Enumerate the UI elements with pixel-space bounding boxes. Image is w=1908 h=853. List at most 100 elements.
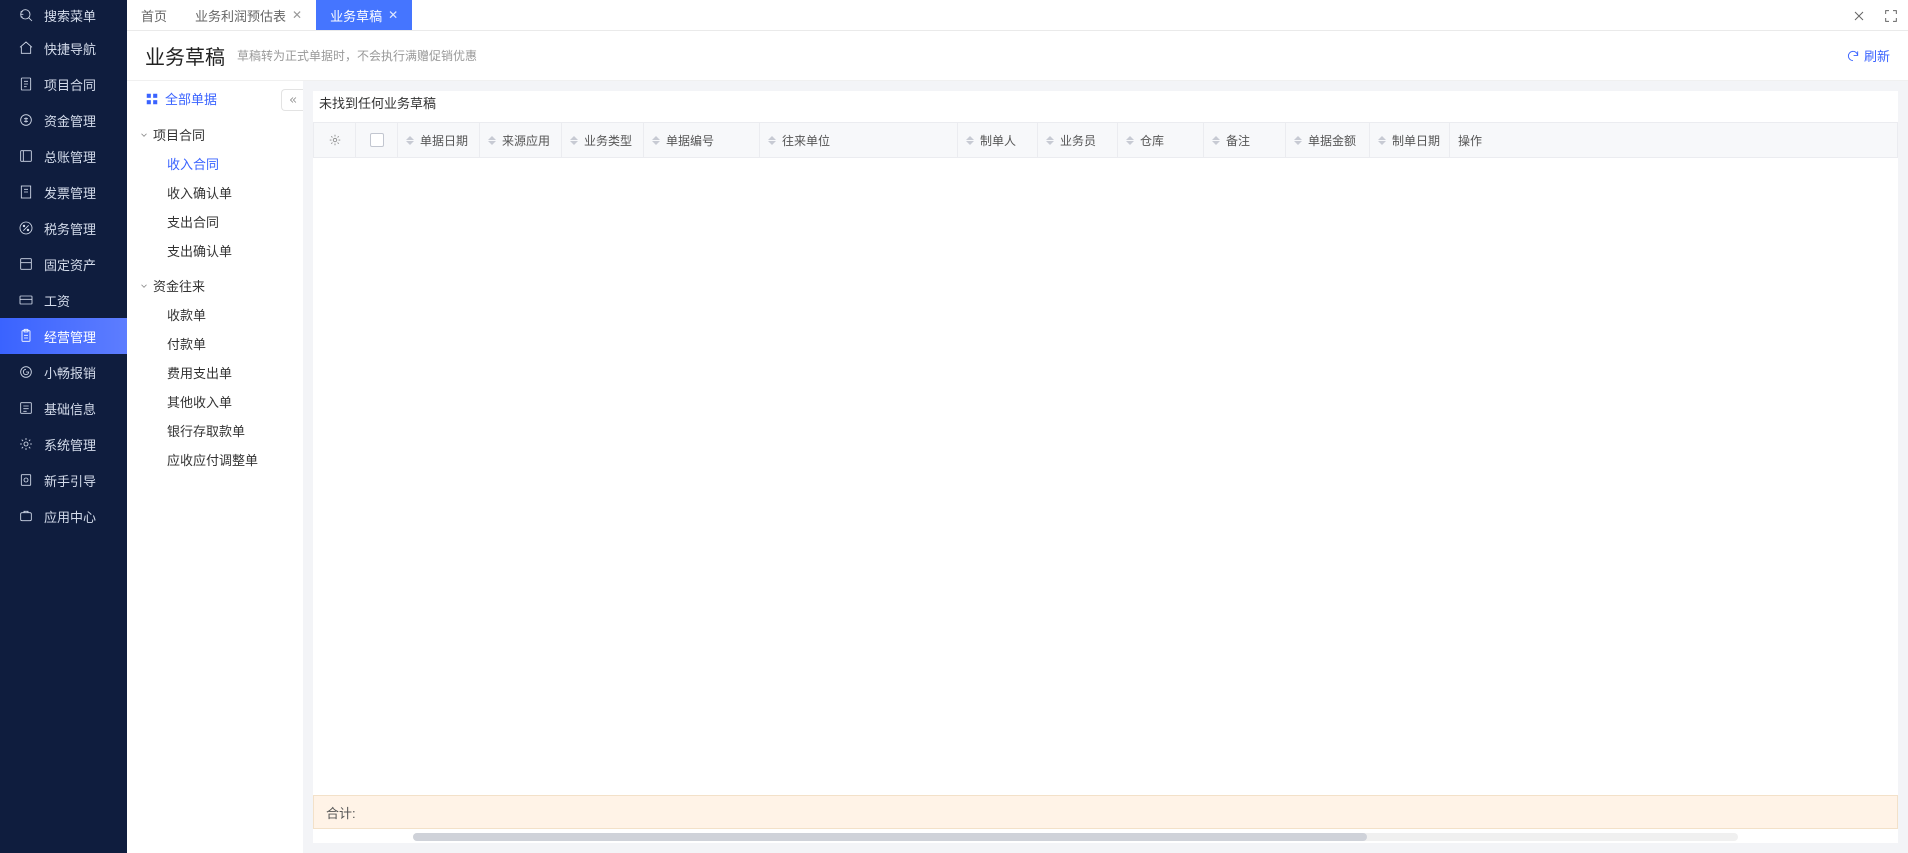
sort-icon (966, 132, 974, 149)
horizontal-scrollbar[interactable] (413, 833, 1738, 843)
sidebar-item-label: 税务管理 (44, 219, 96, 238)
tab-label: 业务草稿 (330, 6, 382, 25)
sort-icon (488, 132, 496, 149)
col-check[interactable] (355, 123, 397, 157)
col-remark[interactable]: 备注 (1203, 123, 1285, 157)
col-amount[interactable]: 单据金额 (1285, 123, 1369, 157)
percent-icon (18, 220, 34, 236)
tree-leaf-1-1[interactable]: 付款单 (139, 329, 303, 358)
book-icon (18, 148, 34, 164)
receipt-icon (18, 184, 34, 200)
tree-leaf-1-0[interactable]: 收款单 (139, 300, 303, 329)
tab-close-icon[interactable]: ✕ (388, 8, 398, 22)
select-all-checkbox[interactable] (370, 133, 384, 147)
gear-icon (328, 133, 342, 147)
main-sidebar: 搜索菜单快捷导航项目合同资金管理总账管理发票管理税务管理固定资产工资经营管理小畅… (0, 0, 127, 853)
sidebar-item-fixed-asset[interactable]: 固定资产 (0, 246, 127, 282)
sidebar-item-project-contract[interactable]: 项目合同 (0, 66, 127, 102)
col-label: 备注 (1226, 132, 1250, 149)
summary-label: 合计: (326, 803, 356, 822)
tree-leaf-1-4[interactable]: 银行存取款单 (139, 416, 303, 445)
sort-icon (768, 132, 776, 149)
col-makeDate[interactable]: 制单日期 (1369, 123, 1449, 157)
sidebar-item-label: 应用中心 (44, 507, 96, 526)
sidebar-item-label: 固定资产 (44, 255, 96, 274)
fullscreen-icon (1883, 8, 1899, 24)
card-icon (18, 292, 34, 308)
tree-leaf-0-3[interactable]: 支出确认单 (139, 236, 303, 265)
collapse-tree-button[interactable] (281, 89, 303, 111)
sidebar-item-ops-mgmt[interactable]: 经营管理 (0, 318, 127, 354)
home-icon (18, 40, 34, 56)
tree-leaf-1-3[interactable]: 其他收入单 (139, 387, 303, 416)
refresh-icon (1846, 49, 1860, 63)
sidebar-item-tax[interactable]: 税务管理 (0, 210, 127, 246)
page-header: 业务草稿 草稿转为正式单据时，不会执行满赠促销优惠 刷新 (127, 31, 1908, 81)
col-label: 单据日期 (420, 132, 468, 149)
tree-leaf-0-0[interactable]: 收入合同 (139, 149, 303, 178)
tree-group-0[interactable]: 项目合同 (139, 120, 303, 149)
file-icon (18, 76, 34, 92)
col-op: 操作 (1449, 123, 1535, 157)
tab-bar: 首页 业务利润预估表 ✕ 业务草稿 ✕ (127, 0, 1908, 31)
sidebar-item-salary[interactable]: 工资 (0, 282, 127, 318)
sidebar-item-basic-info[interactable]: 基础信息 (0, 390, 127, 426)
tab-home[interactable]: 首页 (127, 0, 181, 30)
tab-draft[interactable]: 业务草稿 ✕ (316, 0, 412, 30)
tree-leaf-0-2[interactable]: 支出合同 (139, 207, 303, 236)
refresh-button[interactable]: 刷新 (1846, 46, 1890, 65)
col-date[interactable]: 单据日期 (397, 123, 479, 157)
tab-label: 首页 (141, 6, 167, 25)
tab-profit-est[interactable]: 业务利润预估表 ✕ (181, 0, 316, 30)
tree-group-1[interactable]: 资金往来 (139, 271, 303, 300)
tab-label: 业务利润预估表 (195, 6, 286, 25)
col-label: 业务员 (1060, 132, 1096, 149)
tab-close-icon[interactable]: ✕ (292, 8, 302, 22)
chevron-left-double-icon (288, 95, 298, 105)
col-srcApp[interactable]: 来源应用 (479, 123, 561, 157)
tree-leaf-1-5[interactable]: 应收应付调整单 (139, 445, 303, 474)
col-partner[interactable]: 往来单位 (759, 123, 957, 157)
col-label: 往来单位 (782, 132, 830, 149)
sort-icon (1126, 132, 1134, 149)
sidebar-item-fund-mgmt[interactable]: 资金管理 (0, 102, 127, 138)
sidebar-item-label: 基础信息 (44, 399, 96, 418)
col-gear[interactable] (313, 123, 355, 157)
sidebar-item-app-center[interactable]: 应用中心 (0, 498, 127, 534)
col-label: 业务类型 (584, 132, 632, 149)
sidebar-item-label: 经营管理 (44, 327, 96, 346)
tree-leaf-0-1[interactable]: 收入确认单 (139, 178, 303, 207)
guide-icon (18, 472, 34, 488)
circleg-icon (18, 364, 34, 380)
chevron-down-icon (139, 130, 149, 140)
gear-icon (18, 436, 34, 452)
sidebar-item-label: 发票管理 (44, 183, 96, 202)
sidebar-item-label: 总账管理 (44, 147, 96, 166)
sidebar-item-invoice[interactable]: 发票管理 (0, 174, 127, 210)
sort-icon (406, 132, 414, 149)
app-icon (18, 508, 34, 524)
page-title: 业务草稿 (145, 41, 225, 70)
fullscreen-button[interactable] (1882, 7, 1900, 25)
empty-message: 未找到任何业务草稿 (313, 91, 1898, 122)
sidebar-item-sys-mgmt[interactable]: 系统管理 (0, 426, 127, 462)
refresh-label: 刷新 (1864, 46, 1890, 65)
close-all-tabs-button[interactable] (1850, 7, 1868, 25)
sidebar-item-search-menu[interactable]: 搜索菜单 (0, 0, 127, 30)
sidebar-item-guide[interactable]: 新手引导 (0, 462, 127, 498)
sidebar-item-gl[interactable]: 总账管理 (0, 138, 127, 174)
col-maker[interactable]: 制单人 (957, 123, 1037, 157)
tree-all-documents[interactable]: 全部单据 (127, 89, 303, 114)
col-docNo[interactable]: 单据编号 (643, 123, 759, 157)
col-warehouse[interactable]: 仓库 (1117, 123, 1203, 157)
tree-leaf-1-2[interactable]: 费用支出单 (139, 358, 303, 387)
col-salesman[interactable]: 业务员 (1037, 123, 1117, 157)
sort-icon (652, 132, 660, 149)
col-label: 制单日期 (1392, 132, 1440, 149)
sort-icon (1294, 132, 1302, 149)
sidebar-item-quick-nav[interactable]: 快捷导航 (0, 30, 127, 66)
sidebar-item-xiaochang[interactable]: 小畅报销 (0, 354, 127, 390)
sidebar-item-label: 资金管理 (44, 111, 96, 130)
col-bizType[interactable]: 业务类型 (561, 123, 643, 157)
summary-row: 合计: (313, 795, 1898, 829)
